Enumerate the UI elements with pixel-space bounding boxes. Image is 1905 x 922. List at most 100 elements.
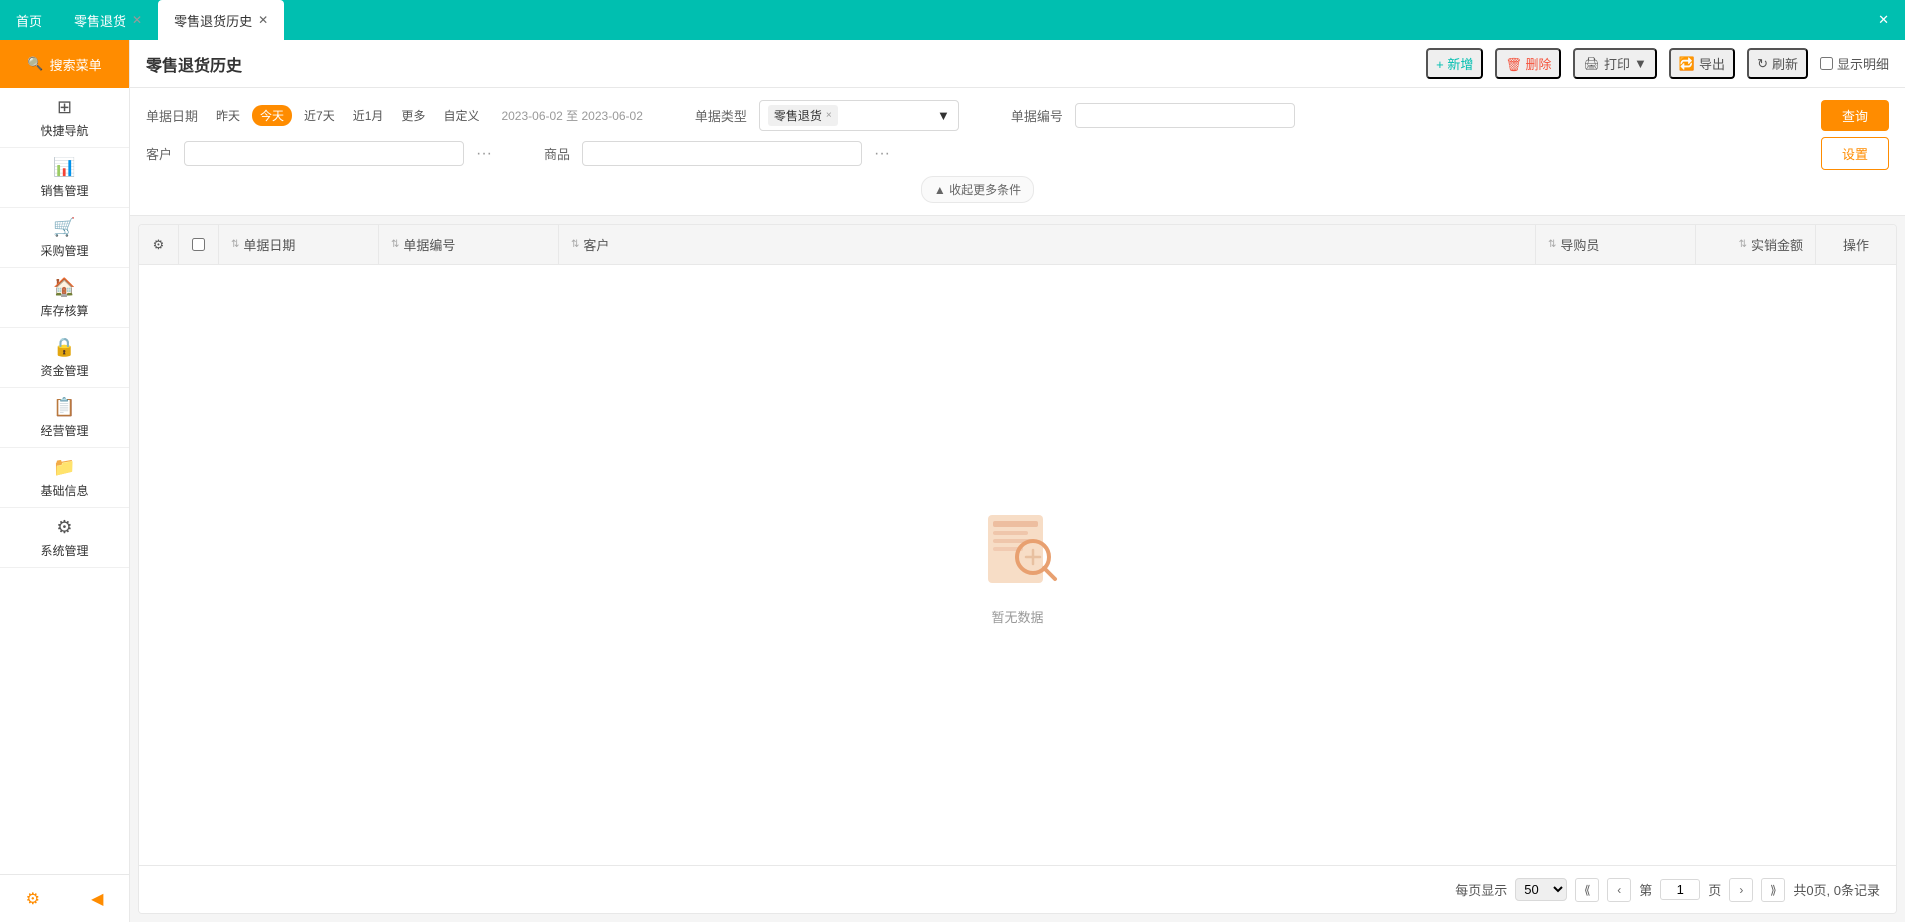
type-tag-close[interactable]: × (826, 110, 832, 121)
sales-icon: 📊 (53, 157, 75, 178)
page-unit: 页 (1708, 880, 1721, 899)
tab-retail-return-history[interactable]: 零售退货历史 ✕ (158, 0, 284, 40)
date-btn-7days[interactable]: 近7天 (298, 105, 341, 126)
page-title: 零售退货历史 (146, 52, 1426, 76)
sidebar-item-system-label: 系统管理 (40, 542, 88, 559)
th-amount-label: 实销金额 (1751, 235, 1803, 254)
tab-retail-return-close[interactable]: ✕ (132, 13, 142, 27)
order-no-label: 单据编号 (1011, 106, 1063, 125)
filter-settings-button[interactable]: 设置 (1821, 137, 1889, 170)
per-page-select[interactable]: 50 20 100 (1515, 878, 1567, 901)
sidebar-item-inventory[interactable]: 🏠 库存核算 (0, 268, 129, 328)
order-no-input[interactable] (1075, 103, 1295, 128)
print-button[interactable]: 🖨 打印 ▼ (1573, 48, 1656, 79)
sidebar-item-ops-label: 经营管理 (40, 422, 88, 439)
last-page-btn[interactable]: ⟫ (1761, 878, 1785, 902)
date-btn-custom[interactable]: 自定义 (437, 105, 485, 126)
sidebar: 🔍 搜索菜单 ⊞ 快捷导航 📊 销售管理 🛒 采购管理 🏠 库存核算 🔒 资金管… (0, 40, 130, 922)
th-settings[interactable]: ⚙ (139, 225, 179, 264)
sort-icon-amount: ⇅ (1739, 239, 1747, 250)
collapse-btn-label: ▲ 收起更多条件 (934, 181, 1021, 198)
prev-page-btn[interactable]: ‹ (1607, 878, 1631, 902)
goods-input[interactable] (582, 141, 862, 166)
main-layout: 🔍 搜索菜单 ⊞ 快捷导航 📊 销售管理 🛒 采购管理 🏠 库存核算 🔒 资金管… (0, 40, 1905, 922)
sidebar-item-basic-label: 基础信息 (40, 482, 88, 499)
page-label: 第 (1639, 880, 1652, 899)
customer-input[interactable] (184, 141, 464, 166)
query-button[interactable]: 查询 (1821, 100, 1889, 131)
th-action: 操作 (1816, 225, 1896, 264)
page-header: 零售退货历史 + 新增 🗑 删除 🖨 打印 ▼ 🔁 导出 ↻ 刷新 (130, 40, 1905, 88)
sidebar-item-sales[interactable]: 📊 销售管理 (0, 148, 129, 208)
ops-icon: 📋 (53, 397, 75, 418)
refresh-button[interactable]: ↻ 刷新 (1747, 48, 1808, 79)
empty-text: 暂无数据 (991, 607, 1043, 626)
table-header: ⚙ ⇅ 单据日期 ⇅ 单据编号 ⇅ 客户 ⇅ 导购员 (139, 225, 1896, 265)
date-btn-1month[interactable]: 近1月 (347, 105, 390, 126)
delete-button[interactable]: 🗑 删除 (1495, 48, 1561, 79)
new-button[interactable]: + 新增 (1426, 48, 1483, 79)
date-btn-today[interactable]: 今天 (252, 105, 292, 126)
date-btn-yesterday[interactable]: 昨天 (210, 105, 246, 126)
system-icon: ⚙ (56, 517, 72, 538)
export-icon: 🔁 (1679, 56, 1695, 72)
search-icon: 🔍 (27, 56, 43, 72)
refresh-label: 刷新 (1772, 54, 1798, 73)
show-detail-checkbox-label[interactable]: 显示明细 (1820, 54, 1889, 73)
th-guide-label: 导购员 (1560, 235, 1599, 254)
customer-label: 客户 (146, 144, 172, 163)
sort-icon-customer: ⇅ (571, 239, 579, 250)
th-order-no[interactable]: ⇅ 单据编号 (379, 225, 559, 264)
print-icon: 🖨 (1583, 56, 1600, 72)
select-all-checkbox[interactable] (192, 238, 205, 251)
sidebar-settings-btn[interactable]: ⚙ (26, 889, 40, 909)
sidebar-item-ops[interactable]: 📋 经营管理 (0, 388, 129, 448)
basic-icon: 📁 (53, 457, 75, 478)
filter-area: 单据日期 昨天 今天 近7天 近1月 更多 自定义 2023-06-02 至 2… (130, 88, 1905, 216)
top-bar: 首页 零售退货 ✕ 零售退货历史 ✕ ✕ (0, 0, 1905, 40)
tab-home[interactable]: 首页 (0, 0, 58, 40)
next-page-btn[interactable]: › (1729, 878, 1753, 902)
empty-illustration (968, 505, 1068, 595)
sidebar-item-quick-nav-label: 快捷导航 (40, 122, 88, 139)
total-info: 共0页, 0条记录 (1793, 880, 1880, 899)
export-label: 导出 (1699, 54, 1725, 73)
sidebar-bottom: ⚙ ◀ (0, 874, 129, 922)
sidebar-item-purchase[interactable]: 🛒 采购管理 (0, 208, 129, 268)
filter-fields: 单据日期 昨天 今天 近7天 近1月 更多 自定义 2023-06-02 至 2… (146, 100, 1809, 203)
th-amount[interactable]: ⇅ 实销金额 (1696, 225, 1816, 264)
th-date[interactable]: ⇅ 单据日期 (219, 225, 379, 264)
sidebar-search-label: 搜索菜单 (50, 55, 102, 74)
date-range-text: 2023-06-02 至 2023-06-02 (501, 107, 642, 124)
type-filter-label: 单据类型 (695, 106, 747, 125)
page-input[interactable] (1660, 879, 1700, 900)
th-customer[interactable]: ⇅ 客户 (559, 225, 1536, 264)
export-button[interactable]: 🔁 导出 (1669, 48, 1735, 79)
sidebar-item-quick-nav[interactable]: ⊞ 快捷导航 (0, 88, 129, 148)
th-order-no-label: 单据编号 (403, 235, 455, 254)
first-page-btn[interactable]: ⟪ (1575, 878, 1599, 902)
sidebar-item-system[interactable]: ⚙ 系统管理 (0, 508, 129, 568)
type-select[interactable]: 零售退货 × ▼ (759, 100, 959, 131)
date-btn-more[interactable]: 更多 (395, 105, 431, 126)
header-actions: + 新增 🗑 删除 🖨 打印 ▼ 🔁 导出 ↻ 刷新 显示明细 (1426, 48, 1889, 79)
tab-retail-return-label: 零售退货 (74, 11, 126, 30)
show-detail-checkbox[interactable] (1820, 57, 1833, 70)
tab-home-label: 首页 (16, 11, 42, 30)
tab-retail-return[interactable]: 零售退货 ✕ (58, 0, 158, 40)
th-guide[interactable]: ⇅ 导购员 (1536, 225, 1696, 264)
window-close-btn[interactable]: ✕ (1878, 12, 1905, 28)
filter-row-2: 客户 ··· 商品 ··· (146, 141, 1809, 166)
collapse-btn[interactable]: ▲ 收起更多条件 (921, 176, 1034, 203)
th-checkbox[interactable] (179, 225, 219, 264)
goods-dots[interactable]: ··· (874, 145, 890, 163)
customer-dots[interactable]: ··· (476, 145, 492, 163)
tab-retail-return-history-close[interactable]: ✕ (258, 13, 268, 27)
sidebar-search[interactable]: 🔍 搜索菜单 (0, 40, 129, 88)
type-tag: 零售退货 × (768, 105, 838, 126)
sidebar-item-sales-label: 销售管理 (40, 182, 88, 199)
sidebar-collapse-btn[interactable]: ◀ (91, 889, 103, 909)
sidebar-item-finance[interactable]: 🔒 资金管理 (0, 328, 129, 388)
sidebar-item-basic[interactable]: 📁 基础信息 (0, 448, 129, 508)
sidebar-item-inventory-label: 库存核算 (40, 302, 88, 319)
